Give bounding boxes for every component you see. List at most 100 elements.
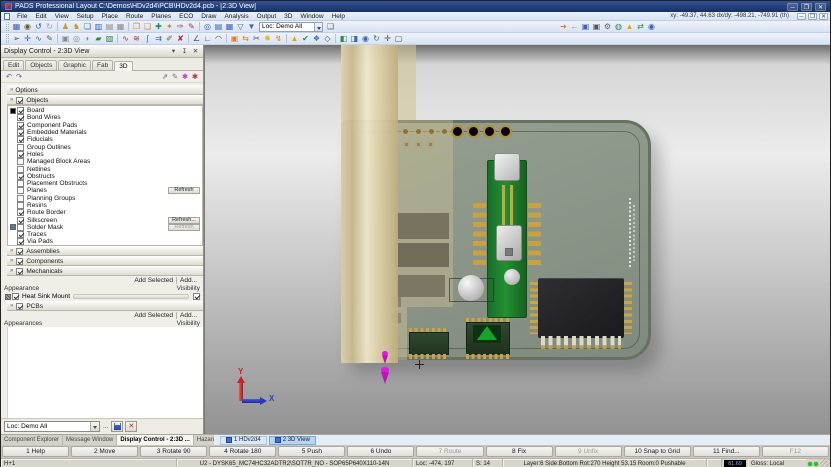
menu-window[interactable]: Window: [296, 13, 327, 20]
minimize-button[interactable]: ─: [787, 2, 798, 11]
undo-icon[interactable]: ↺: [33, 21, 44, 32]
mechanicals-add-selected-button[interactable]: Add Selected: [131, 276, 178, 284]
toolbar-handle[interactable]: [6, 22, 9, 31]
tab-fab[interactable]: Fab: [92, 60, 114, 70]
via-icon[interactable]: ◎: [71, 33, 82, 44]
gear-icon[interactable]: ⚙: [602, 21, 613, 32]
refresh-button[interactable]: Refresh...: [168, 216, 200, 224]
display-scheme-combo[interactable]: Loc: Demo All: [259, 21, 323, 32]
forward-annotate-icon[interactable]: ➜: [558, 21, 569, 32]
visibility-checkbox[interactable]: [17, 143, 24, 151]
export-3d-icon[interactable]: ◨: [349, 33, 360, 44]
fkey-5-push[interactable]: 5 Push: [278, 446, 346, 457]
tab-edit[interactable]: Edit: [3, 60, 25, 70]
spreadsheet-icon[interactable]: ▦: [224, 21, 235, 32]
swap-icon[interactable]: ✦: [164, 21, 175, 32]
scheme-more-button[interactable]: ...: [102, 423, 109, 430]
3d-viewport[interactable]: Y X: [204, 45, 830, 434]
section-options[interactable]: » Options: [7, 85, 203, 95]
view-tab-2-3d-view[interactable]: 2 3D View: [268, 435, 316, 445]
color-swatch[interactable]: [10, 224, 16, 231]
zoom-fit-icon[interactable]: ▢: [393, 33, 404, 44]
fkey-10-snap-to-grid[interactable]: 10 Snap to Grid: [623, 446, 691, 457]
add-icon[interactable]: ✚: [153, 21, 164, 32]
scheme-combo[interactable]: Loc: Demo All: [4, 421, 100, 432]
find-icon[interactable]: ◉: [22, 21, 33, 32]
teardrop-icon[interactable]: ◗: [82, 33, 93, 44]
highlight-icon[interactable]: ✹: [262, 33, 273, 44]
apply-back-icon[interactable]: ↶: [4, 72, 14, 82]
cluster-icon[interactable]: ❖: [311, 33, 322, 44]
tab-graphic[interactable]: Graphic: [58, 60, 92, 70]
snapshot-icon[interactable]: ◉: [360, 33, 371, 44]
delete-icon[interactable]: ✘: [175, 33, 186, 44]
soic-chip[interactable]: [409, 332, 449, 355]
report-icon[interactable]: ▤: [213, 21, 224, 32]
spread-icon[interactable]: ⇉: [153, 33, 164, 44]
appearance-icon[interactable]: ✱: [180, 72, 190, 82]
visibility-checkbox[interactable]: [17, 202, 24, 209]
appearance-swatch[interactable]: [5, 293, 11, 300]
rotate-view-icon[interactable]: ↻: [371, 33, 382, 44]
angle-45-icon[interactable]: ∠: [191, 33, 202, 44]
menu-setup[interactable]: Setup: [73, 13, 98, 20]
visibility-checkbox[interactable]: [17, 187, 24, 195]
visibility-checkbox[interactable]: [17, 158, 24, 166]
visibility-checkbox[interactable]: [17, 194, 24, 202]
visibility-checkbox[interactable]: [17, 223, 24, 231]
dock-tab-hazard-explorer[interactable]: Hazard Explorer: [194, 435, 214, 445]
delete-scheme-button[interactable]: ✕: [125, 421, 138, 432]
view-tab-1-hdv2d4[interactable]: 1 HDv2d4: [220, 435, 267, 445]
route-mode-icon[interactable]: ∿: [33, 33, 44, 44]
package-icon[interactable]: ▣: [580, 21, 591, 32]
paste-icon[interactable]: ❑: [142, 21, 153, 32]
mdi-restore-button[interactable]: ❐: [808, 12, 817, 20]
draw-mode-icon[interactable]: ✎: [44, 33, 55, 44]
fkey-4-rotate-180[interactable]: 4 Rotate 180: [209, 446, 277, 457]
pad-icon[interactable]: ▣: [60, 33, 71, 44]
menu-output[interactable]: Output: [253, 13, 281, 20]
zoom-icon[interactable]: ◎: [202, 21, 213, 32]
mechanicals-add-button[interactable]: Add...: [177, 277, 200, 284]
color-swatch[interactable]: [10, 107, 16, 114]
pin-icon[interactable]: ↧: [180, 47, 189, 56]
menu-draw[interactable]: Draw: [197, 13, 220, 20]
menu-planes[interactable]: Planes: [147, 13, 175, 20]
window-select-icon[interactable]: ❏: [82, 21, 93, 32]
mdi-minimize-button[interactable]: ─: [797, 12, 806, 20]
back-annotate-icon[interactable]: ←: [569, 21, 580, 32]
restore-button[interactable]: ❐: [801, 2, 812, 11]
menu-eco[interactable]: ECO: [175, 13, 197, 20]
scheme-window-icon[interactable]: ❏: [325, 21, 336, 32]
pan-view-icon[interactable]: ✛: [382, 33, 393, 44]
menu-edit[interactable]: Edit: [31, 13, 50, 20]
section-pcbs[interactable]: » PCBs: [7, 301, 203, 311]
chevron-down-icon[interactable]: [90, 422, 99, 431]
redo-icon[interactable]: ↻: [44, 21, 55, 32]
fkey-8-fix[interactable]: 8 Fix: [485, 446, 553, 457]
refresh-button[interactable]: Refresh: [168, 187, 200, 195]
check-icon[interactable]: ✔: [300, 33, 311, 44]
mechanicals-checkbox[interactable]: [16, 267, 24, 275]
save-icon[interactable]: ▦: [11, 21, 22, 32]
trace-icon[interactable]: ∿: [120, 33, 131, 44]
hazards-icon[interactable]: ▲: [289, 33, 300, 44]
visibility-checkbox[interactable]: [17, 107, 24, 115]
fkey-3-rotate-90[interactable]: 3 Rotate 90: [140, 446, 208, 457]
visibility-checkbox[interactable]: [17, 209, 24, 217]
menu-analysis[interactable]: Analysis: [220, 13, 252, 20]
probe-icon[interactable]: ↯: [273, 33, 284, 44]
pcbs-checkbox[interactable]: [16, 302, 24, 310]
window-position-icon[interactable]: ▾: [169, 47, 178, 56]
world-icon[interactable]: ◍: [613, 21, 624, 32]
section-objects[interactable]: » Objects: [7, 95, 203, 105]
angle-90-icon[interactable]: ∟: [202, 33, 213, 44]
display-pane-icon[interactable]: ▥: [93, 21, 104, 32]
copy-icon[interactable]: ❐: [131, 21, 142, 32]
visibility-checkbox[interactable]: [17, 121, 24, 129]
mdi-document-icon[interactable]: [4, 12, 10, 20]
place-part-icon[interactable]: ♟: [60, 21, 71, 32]
markup-icon[interactable]: ✑: [175, 21, 186, 32]
pencil-route-icon[interactable]: ✐: [164, 33, 175, 44]
tune-icon[interactable]: ∫: [142, 33, 153, 44]
